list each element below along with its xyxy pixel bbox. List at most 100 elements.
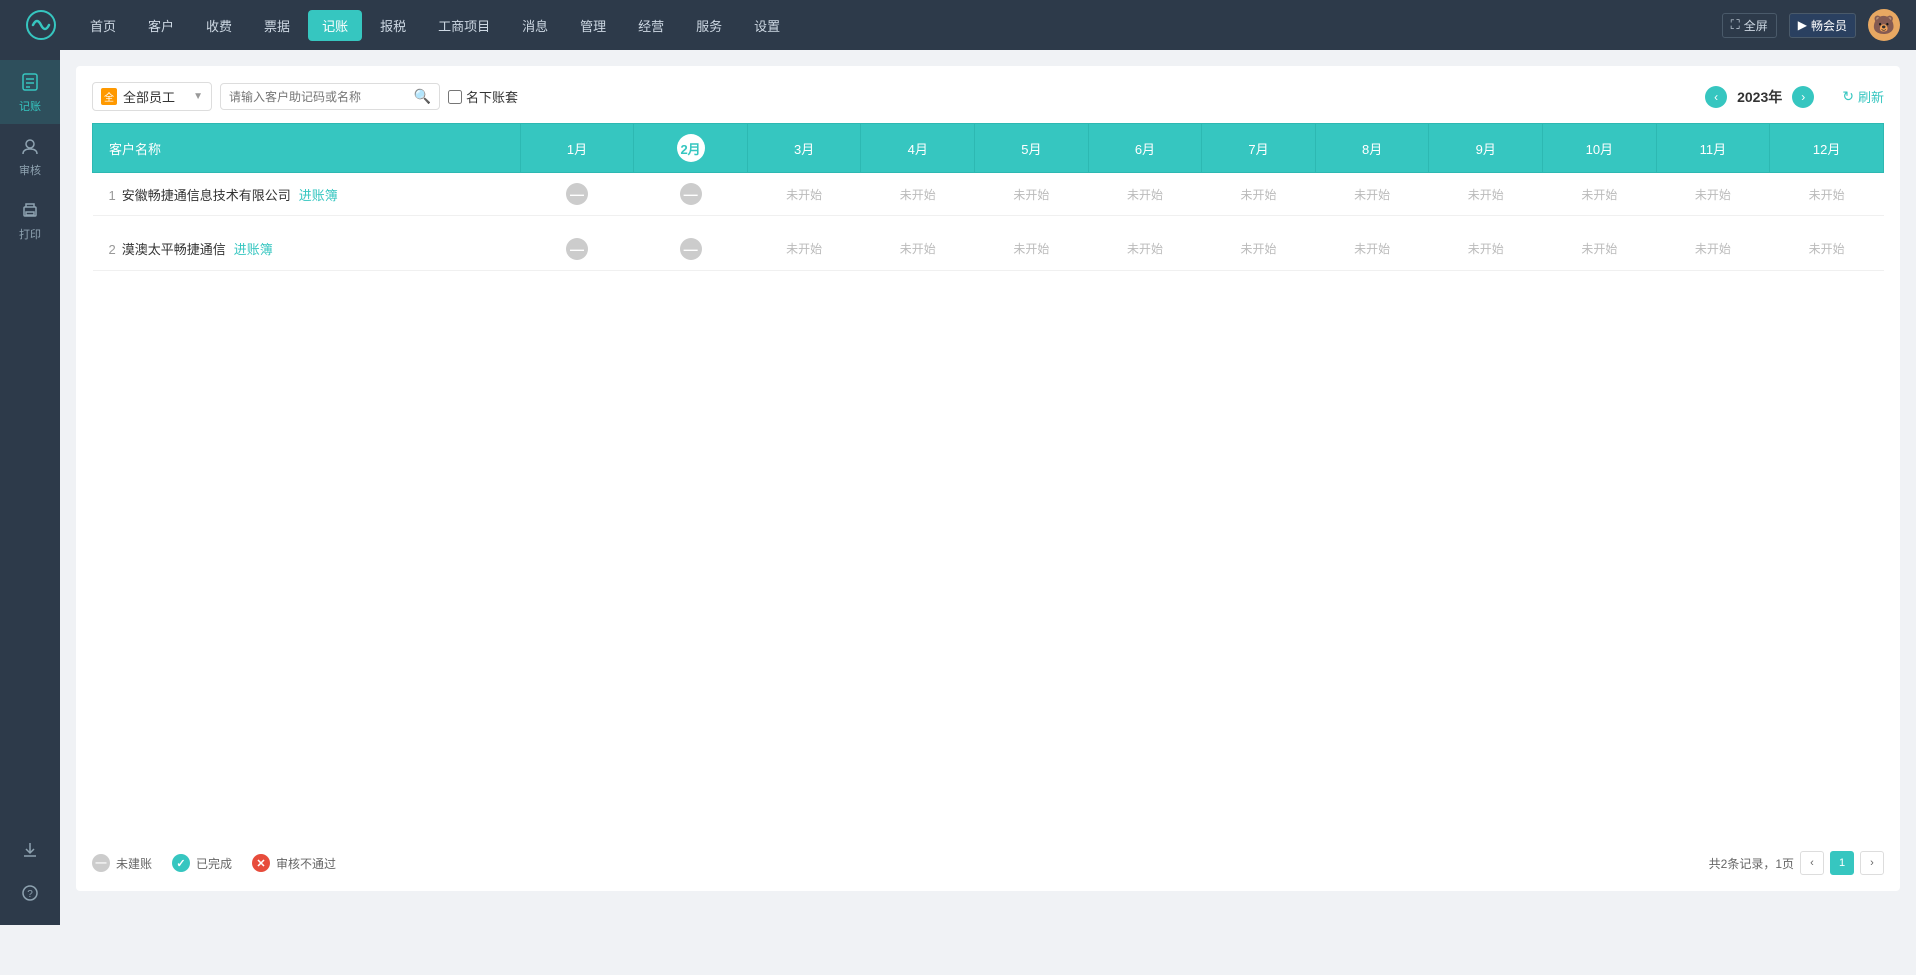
refresh-icon: ↻: [1842, 88, 1854, 105]
user-avatar[interactable]: 🐻: [1868, 9, 1900, 41]
col-header-mar: 3月: [747, 124, 861, 173]
search-icon[interactable]: 🔍: [414, 88, 431, 105]
bookkeeping-icon: [18, 70, 42, 94]
nav-fee[interactable]: 收费: [192, 10, 246, 41]
month-status-cell-5: 未开始: [975, 228, 1089, 271]
legend-dot-gray: —: [92, 854, 110, 872]
month-status-cell-3: 未开始: [747, 173, 861, 216]
fullscreen-button[interactable]: ⛶ 全屏: [1722, 13, 1777, 38]
col-header-customer: 客户名称: [93, 124, 521, 173]
nav-manage[interactable]: 管理: [566, 10, 620, 41]
month-status-cell-2: —: [634, 173, 748, 216]
status-not-started: 未开始: [1241, 242, 1277, 256]
vip-button[interactable]: ▶ 畅会员: [1789, 13, 1856, 38]
account-table-wrapper[interactable]: 客户名称 1月 2月 3月 4月 5月 6月 7月 8月 9月 10月 11月: [92, 123, 1884, 271]
nav-service[interactable]: 服务: [682, 10, 736, 41]
page-prev-button[interactable]: ‹: [1800, 851, 1824, 875]
legend-rejected-label: 审核不通过: [276, 855, 336, 872]
sidebar: 记账 审核 打印 ?: [0, 50, 60, 925]
page-1-button[interactable]: 1: [1830, 851, 1854, 875]
sidebar-item-print[interactable]: 打印: [0, 188, 60, 252]
month-status-cell-11: 未开始: [1656, 228, 1770, 271]
sidebar-audit-label: 审核: [19, 162, 41, 178]
footer: — 未建账 ✓ 已完成 ✕ 审核不通过 共2条记录，1页 ‹ 1 ›: [92, 851, 1884, 875]
year-label: 2023年: [1737, 87, 1782, 107]
active-month-circle: 2月: [677, 134, 705, 162]
col-header-dec: 12月: [1770, 124, 1884, 173]
main-content: 全 全部员工 ▼ 🔍 名下账套 ‹ 2023年 › ↻ 刷新: [60, 50, 1916, 925]
employee-label: 全部员工: [123, 87, 175, 106]
play-icon: ▶: [1798, 18, 1807, 32]
employee-select[interactable]: 全 全部员工 ▼: [92, 82, 212, 111]
dropdown-arrow-icon: ▼: [193, 91, 203, 102]
customer-cell: 2漠澳太平畅捷通信进账簿: [93, 228, 521, 271]
search-input[interactable]: [229, 90, 410, 104]
content-card: 全 全部员工 ▼ 🔍 名下账套 ‹ 2023年 › ↻ 刷新: [76, 66, 1900, 891]
sidebar-item-audit[interactable]: 审核: [0, 124, 60, 188]
refresh-label: 刷新: [1858, 87, 1884, 106]
table-row: 1安徽畅捷通信息技术有限公司进账簿——未开始未开始未开始未开始未开始未开始未开始…: [93, 173, 1884, 216]
legend-rejected: ✕ 审核不通过: [252, 854, 336, 872]
sidebar-item-download[interactable]: [0, 827, 60, 871]
sidebar-print-label: 打印: [19, 226, 41, 242]
month-status-cell-8: 未开始: [1315, 228, 1429, 271]
status-not-started: 未开始: [786, 242, 822, 256]
table-row: 2漠澳太平畅捷通信进账簿——未开始未开始未开始未开始未开始未开始未开始未开始未开…: [93, 228, 1884, 271]
col-header-oct: 10月: [1543, 124, 1657, 173]
legend-dot-teal: ✓: [172, 854, 190, 872]
year-prev-button[interactable]: ‹: [1705, 86, 1727, 108]
top-navigation: 首页 客户 收费 票据 记账 报税 工商项目 消息 管理 经营 服务 设置 ⛶ …: [0, 0, 1916, 50]
my-accounts-checkbox[interactable]: [448, 90, 462, 104]
month-status-cell-4: 未开始: [861, 228, 975, 271]
year-next-button[interactable]: ›: [1792, 86, 1814, 108]
month-status-cell-4: 未开始: [861, 173, 975, 216]
pagination: 共2条记录，1页 ‹ 1 ›: [1709, 851, 1884, 875]
col-header-feb: 2月: [634, 124, 748, 173]
nav-customer[interactable]: 客户: [134, 10, 188, 41]
status-not-started: 未开始: [1581, 188, 1617, 202]
status-not-started: 未开始: [1013, 242, 1049, 256]
nav-invoice[interactable]: 票据: [250, 10, 304, 41]
status-not-started: 未开始: [1468, 188, 1504, 202]
row-index: 2: [109, 242, 116, 257]
status-not-started: 未开始: [1809, 242, 1845, 256]
status-not-started: 未开始: [1809, 188, 1845, 202]
nav-tax[interactable]: 报税: [366, 10, 420, 41]
nav-operation[interactable]: 经营: [624, 10, 678, 41]
status-not-started: 未开始: [900, 188, 936, 202]
sidebar-item-bookkeeping[interactable]: 记账: [0, 60, 60, 124]
nav-menu: 首页 客户 收费 票据 记账 报税 工商项目 消息 管理 经营 服务 设置: [76, 10, 1722, 41]
nav-business[interactable]: 工商项目: [424, 10, 504, 41]
nav-home[interactable]: 首页: [76, 10, 130, 41]
account-table: 客户名称 1月 2月 3月 4月 5月 6月 7月 8月 9月 10月 11月: [92, 123, 1884, 271]
col-header-aug: 8月: [1315, 124, 1429, 173]
page-next-button[interactable]: ›: [1860, 851, 1884, 875]
fullscreen-icon: ⛶: [1731, 17, 1740, 33]
customer-name: 安徽畅捷通信息技术有限公司: [122, 188, 291, 203]
month-status-cell-12: 未开始: [1770, 228, 1884, 271]
month-status-cell-10: 未开始: [1543, 228, 1657, 271]
enter-ledger-link[interactable]: 进账簿: [299, 188, 338, 203]
nav-bookkeeping[interactable]: 记账: [308, 10, 362, 41]
vip-label: 畅会员: [1811, 17, 1847, 34]
month-status-cell-1: —: [520, 228, 634, 271]
download-icon: [18, 837, 42, 861]
search-box[interactable]: 🔍: [220, 83, 440, 110]
status-dash-icon: —: [566, 238, 588, 260]
month-status-cell-7: 未开始: [1202, 228, 1316, 271]
legend-completed: ✓ 已完成: [172, 854, 232, 872]
month-status-cell-6: 未开始: [1088, 228, 1202, 271]
month-status-cell-9: 未开始: [1429, 228, 1543, 271]
refresh-button[interactable]: ↻ 刷新: [1842, 87, 1884, 106]
month-status-cell-1: —: [520, 173, 634, 216]
legend-completed-label: 已完成: [196, 855, 232, 872]
sidebar-item-help[interactable]: ?: [0, 871, 60, 915]
month-status-cell-3: 未开始: [747, 228, 861, 271]
nav-settings[interactable]: 设置: [740, 10, 794, 41]
status-not-started: 未开始: [1354, 242, 1390, 256]
nav-message[interactable]: 消息: [508, 10, 562, 41]
col-header-jul: 7月: [1202, 124, 1316, 173]
enter-ledger-link[interactable]: 进账簿: [234, 242, 273, 257]
my-accounts-filter[interactable]: 名下账套: [448, 87, 518, 106]
app-logo: [16, 0, 66, 50]
